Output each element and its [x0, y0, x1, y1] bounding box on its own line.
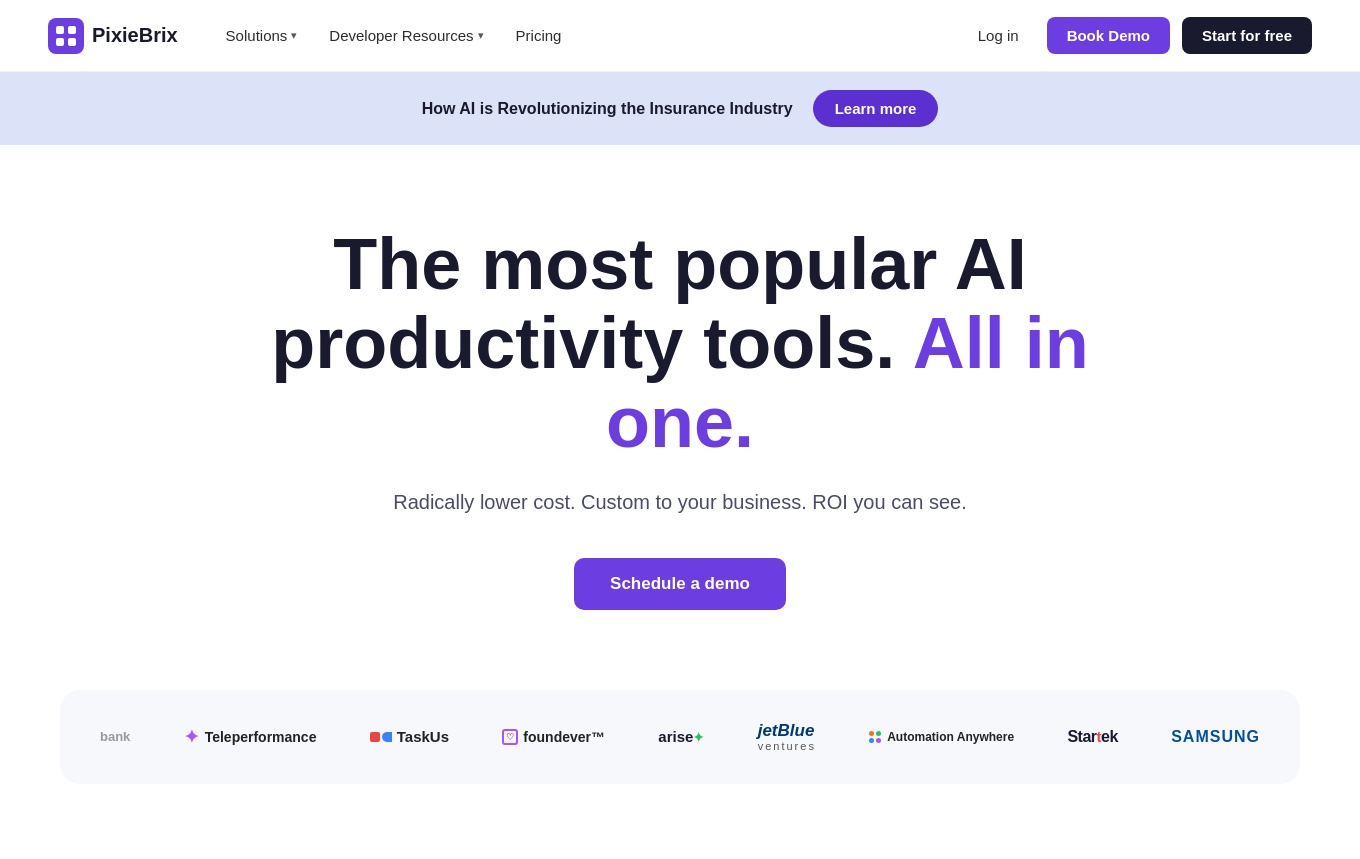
list-item: Automation Anywhere	[869, 730, 1014, 744]
list-item: ♡ foundever™	[502, 729, 605, 745]
svg-rect-3	[68, 38, 76, 46]
logo[interactable]: PixieBrix	[48, 18, 178, 54]
login-button[interactable]: Log in	[962, 19, 1035, 52]
hero-section: The most popular AI productivity tools. …	[0, 145, 1360, 670]
svg-rect-2	[56, 38, 64, 46]
svg-rect-0	[56, 26, 64, 34]
schedule-demo-button[interactable]: Schedule a demo	[574, 558, 786, 610]
list-item: bank	[100, 729, 130, 744]
hero-heading: The most popular AI productivity tools. …	[230, 225, 1130, 463]
list-item: Startek	[1067, 728, 1117, 746]
banner-text: How AI is Revolutionizing the Insurance …	[422, 100, 793, 118]
chevron-down-icon: ▾	[291, 29, 297, 42]
nav-item-developer-resources[interactable]: Developer Resources ▾	[317, 19, 495, 52]
list-item: ✦ Teleperformance	[184, 726, 317, 748]
learn-more-button[interactable]: Learn more	[813, 90, 939, 127]
navbar: PixieBrix Solutions ▾ Developer Resource…	[0, 0, 1360, 72]
logo-text: PixieBrix	[92, 24, 178, 47]
svg-rect-1	[68, 26, 76, 34]
partner-logos: bank ✦ Teleperformance TaskUs ♡ foundeve…	[60, 690, 1300, 785]
nav-item-solutions[interactable]: Solutions ▾	[214, 19, 310, 52]
announcement-banner: How AI is Revolutionizing the Insurance …	[0, 72, 1360, 145]
nav-links: Solutions ▾ Developer Resources ▾ Pricin…	[214, 19, 574, 52]
chevron-down-icon: ▾	[478, 29, 484, 42]
nav-left: PixieBrix Solutions ▾ Developer Resource…	[48, 18, 573, 54]
hero-subtext: Radically lower cost. Custom to your bus…	[393, 491, 967, 514]
list-item: arise✦	[658, 728, 704, 745]
book-demo-button[interactable]: Book Demo	[1047, 17, 1170, 54]
list-item: SAMSUNG	[1171, 728, 1260, 746]
list-item: TaskUs	[370, 728, 449, 745]
logo-icon	[48, 18, 84, 54]
list-item: jetBlue ventures	[758, 722, 816, 753]
start-free-button[interactable]: Start for free	[1182, 17, 1312, 54]
nav-right: Log in Book Demo Start for free	[962, 17, 1312, 54]
nav-item-pricing[interactable]: Pricing	[504, 19, 574, 52]
